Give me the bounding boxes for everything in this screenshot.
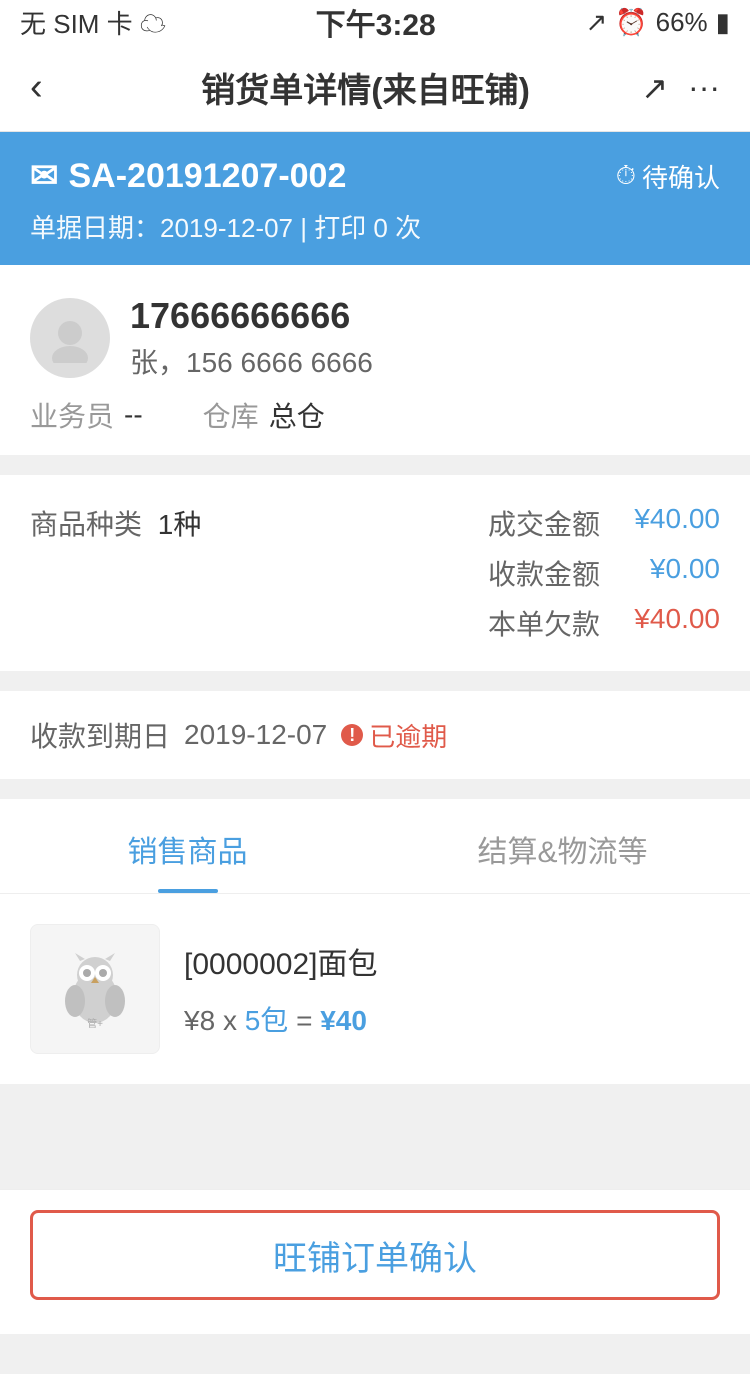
avatar xyxy=(30,298,110,378)
divider-1 xyxy=(0,465,750,475)
nav-right-actions: ↗ ··· xyxy=(641,69,720,107)
product-thumbnail: 管+ xyxy=(55,949,135,1029)
alarm-icon: ⏰ xyxy=(615,7,647,38)
order-icon: ✉ xyxy=(30,156,59,196)
avatar-icon xyxy=(45,313,95,363)
location-icon: ↗ xyxy=(585,7,607,38)
product-info: [0000002]面包 ¥8 x 5包 = ¥40 xyxy=(184,939,720,1039)
page-title: 销货单详情(来自旺铺) xyxy=(201,63,530,112)
order-header: ✉ SA-20191207-002 ⏱ 待确认 单据日期：2019-12-07 … xyxy=(0,132,750,265)
product-types-label: 商品种类 xyxy=(30,509,142,540)
status-bar: 无 SIM 卡 ☁ 下午3:28 ↗ ⏰ 66% ▮ xyxy=(0,0,750,44)
status-left: 无 SIM 卡 ☁ xyxy=(20,4,166,41)
amount-label-1: 收款金额 xyxy=(488,553,600,593)
tab-settlement[interactable]: 结算&物流等 xyxy=(375,799,750,893)
order-date-line: 单据日期：2019-12-07 | 打印 0 次 xyxy=(30,208,720,245)
customer-info: 17666666666 张，156 6666 6666 xyxy=(130,295,373,381)
product-image: 管+ xyxy=(30,924,160,1054)
sales-rep: 业务员 -- xyxy=(30,395,143,435)
order-status-text: 待确认 xyxy=(642,158,720,195)
warehouse-value: 总仓 xyxy=(269,395,325,435)
summary-section: 商品种类 1种 成交金额 ¥40.00 收款金额 ¥0.00 本单欠款 ¥40.… xyxy=(0,475,750,671)
product-qty: 5包 xyxy=(245,1005,289,1036)
product-item: 管+ [0000002]面包 ¥8 x 5包 = ¥40 xyxy=(0,894,750,1084)
customer-phone: 17666666666 xyxy=(130,295,373,337)
amount-label-2: 本单欠款 xyxy=(488,603,600,643)
warehouse: 仓库 总仓 xyxy=(203,395,325,435)
overdue-text: 已逾期 xyxy=(369,717,447,754)
customer-name: 张，156 6666 6666 xyxy=(130,341,373,381)
product-unit-price: ¥8 xyxy=(184,1005,215,1036)
amount-row-2: 本单欠款 ¥40.00 xyxy=(488,603,720,643)
sales-rep-label: 业务员 xyxy=(30,395,114,435)
tab-sales-products[interactable]: 销售商品 xyxy=(0,799,375,893)
order-id-text: SA-20191207-002 xyxy=(69,157,347,196)
duedate-value: 2019-12-07 xyxy=(184,719,327,751)
tabs-section: 销售商品 结算&物流等 xyxy=(0,799,750,1084)
duedate-section: 收款到期日 2019-12-07 ! 已逾期 xyxy=(0,691,750,779)
amount-value-1: ¥0.00 xyxy=(620,553,720,593)
customer-row: 17666666666 张，156 6666 6666 xyxy=(30,295,720,381)
confirm-order-button[interactable]: 旺铺订单确认 xyxy=(30,1210,720,1300)
overdue-dot-icon: ! xyxy=(341,724,363,746)
product-name: [0000002]面包 xyxy=(184,939,720,983)
battery-level: 66% xyxy=(656,7,708,38)
svg-text:管+: 管+ xyxy=(87,1017,103,1029)
battery-icon: ▮ xyxy=(716,7,730,38)
share-icon[interactable]: ↗ xyxy=(641,69,668,107)
overdue-badge: ! 已逾期 xyxy=(341,717,447,754)
product-price-row: ¥8 x 5包 = ¥40 xyxy=(184,999,720,1039)
summary-right: 成交金额 ¥40.00 收款金额 ¥0.00 本单欠款 ¥40.00 xyxy=(488,503,720,643)
duedate-label: 收款到期日 xyxy=(30,715,170,755)
divider-2 xyxy=(0,681,750,691)
clock-icon: ⏱ xyxy=(616,160,636,192)
sales-rep-value: -- xyxy=(124,399,143,431)
status-right: ↗ ⏰ 66% ▮ xyxy=(585,7,730,38)
sim-status: 无 SIM 卡 ☁ xyxy=(20,4,166,41)
bottom-button-area: 旺铺订单确认 xyxy=(0,1189,750,1334)
divider-3 xyxy=(0,789,750,799)
amount-label-0: 成交金额 xyxy=(488,503,600,543)
amount-value-0: ¥40.00 xyxy=(620,503,720,543)
product-total: ¥40 xyxy=(320,1005,367,1036)
status-time: 下午3:28 xyxy=(316,0,436,44)
product-multiply: x xyxy=(223,1005,245,1036)
product-equals: = xyxy=(296,1005,320,1036)
warehouse-label: 仓库 xyxy=(203,395,259,435)
summary-left: 商品种类 1种 xyxy=(30,503,201,543)
amount-row-1: 收款金额 ¥0.00 xyxy=(488,553,720,593)
back-button[interactable]: ‹ xyxy=(30,66,90,109)
tabs-header: 销售商品 结算&物流等 xyxy=(0,799,750,894)
order-id: ✉ SA-20191207-002 xyxy=(30,156,346,196)
product-types-row: 商品种类 1种 xyxy=(30,503,201,543)
amount-row-0: 成交金额 ¥40.00 xyxy=(488,503,720,543)
customer-meta: 业务员 -- 仓库 总仓 xyxy=(30,395,720,435)
more-icon[interactable]: ··· xyxy=(688,69,720,106)
amount-value-2: ¥40.00 xyxy=(620,603,720,643)
order-status: ⏱ 待确认 xyxy=(616,158,720,195)
product-types-value: 1种 xyxy=(158,509,202,540)
customer-section: 17666666666 张，156 6666 6666 业务员 -- 仓库 总仓 xyxy=(0,265,750,455)
nav-bar: ‹ 销货单详情(来自旺铺) ↗ ··· xyxy=(0,44,750,132)
